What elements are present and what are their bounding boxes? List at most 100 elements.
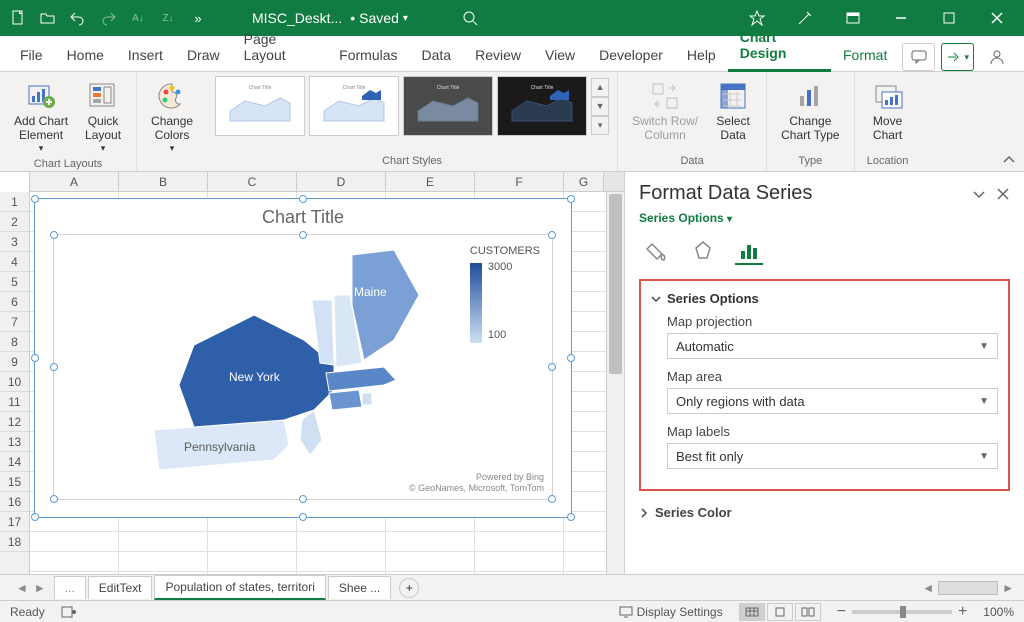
macro-record-icon[interactable] bbox=[61, 605, 77, 619]
tab-help[interactable]: Help bbox=[675, 39, 728, 71]
new-file-icon[interactable] bbox=[4, 4, 32, 32]
col-c[interactable]: C bbox=[208, 172, 297, 191]
zoom-slider[interactable]: − + bbox=[837, 603, 968, 621]
tab-home[interactable]: Home bbox=[55, 39, 116, 71]
chart-plot-area[interactable]: Maine New York Pennsylvania CUSTOMERS 30… bbox=[54, 235, 552, 485]
row-2[interactable]: 2 bbox=[0, 212, 29, 232]
sheet-tab-population[interactable]: Population of states, territori bbox=[154, 575, 325, 600]
sort-asc-icon[interactable]: A↓ bbox=[124, 4, 152, 32]
hscroll-left-button[interactable]: ◄ bbox=[922, 581, 934, 595]
comments-button[interactable] bbox=[902, 43, 935, 71]
row-14[interactable]: 14 bbox=[0, 452, 29, 472]
change-chart-type-button[interactable]: Change Chart Type bbox=[775, 76, 845, 147]
col-f[interactable]: F bbox=[475, 172, 564, 191]
page-break-view-button[interactable] bbox=[795, 603, 821, 621]
pane-effects-icon[interactable] bbox=[689, 237, 717, 265]
sheet-next-button[interactable]: ► bbox=[34, 581, 46, 595]
tab-review[interactable]: Review bbox=[463, 39, 533, 71]
horizontal-scrollbar[interactable] bbox=[938, 581, 998, 595]
chart-object[interactable]: Chart Title bbox=[34, 198, 572, 518]
chart-style-1[interactable]: Chart Title bbox=[215, 76, 305, 136]
row-7[interactable]: 7 bbox=[0, 312, 29, 332]
series-options-header[interactable]: Series Options bbox=[651, 291, 998, 306]
sheet-overflow[interactable]: ... bbox=[54, 576, 86, 599]
chart-style-3[interactable]: Chart Title bbox=[403, 76, 493, 136]
row-17[interactable]: 17 bbox=[0, 512, 29, 532]
pane-close-button[interactable] bbox=[996, 187, 1010, 201]
share-button[interactable]: ▾ bbox=[941, 43, 974, 71]
normal-view-button[interactable] bbox=[739, 603, 765, 621]
row-16[interactable]: 16 bbox=[0, 492, 29, 512]
close-button[interactable] bbox=[974, 0, 1020, 36]
hscroll-right-button[interactable]: ► bbox=[1002, 581, 1014, 595]
tab-formulas[interactable]: Formulas bbox=[327, 39, 409, 71]
row-5[interactable]: 5 bbox=[0, 272, 29, 292]
col-a[interactable]: A bbox=[30, 172, 119, 191]
ribbon-collapse-button[interactable] bbox=[1002, 153, 1016, 167]
map-labels-select[interactable]: Best fit only▼ bbox=[667, 443, 998, 469]
styles-more-button[interactable]: ▾ bbox=[591, 116, 609, 135]
zoom-level[interactable]: 100% bbox=[983, 605, 1014, 619]
tab-insert[interactable]: Insert bbox=[116, 39, 175, 71]
grid-area[interactable]: Chart Title bbox=[30, 192, 606, 574]
tab-developer[interactable]: Developer bbox=[587, 39, 675, 71]
tab-draw[interactable]: Draw bbox=[175, 39, 232, 71]
col-d[interactable]: D bbox=[297, 172, 386, 191]
row-3[interactable]: 3 bbox=[0, 232, 29, 252]
redo-icon[interactable] bbox=[94, 4, 122, 32]
map-projection-select[interactable]: Automatic▼ bbox=[667, 333, 998, 359]
chart-style-4[interactable]: Chart Title bbox=[497, 76, 587, 136]
series-color-header[interactable]: Series Color bbox=[639, 505, 1010, 520]
row-13[interactable]: 13 bbox=[0, 432, 29, 452]
row-9[interactable]: 9 bbox=[0, 352, 29, 372]
row-6[interactable]: 6 bbox=[0, 292, 29, 312]
row-15[interactable]: 15 bbox=[0, 472, 29, 492]
chart-style-2[interactable]: Chart Title bbox=[309, 76, 399, 136]
zoom-in-button[interactable]: + bbox=[958, 603, 967, 621]
sort-desc-icon[interactable]: Z↓ bbox=[154, 4, 182, 32]
select-data-button[interactable]: Select Data bbox=[708, 76, 758, 147]
pane-subtitle[interactable]: Series Options ▾ bbox=[639, 211, 1010, 225]
row-12[interactable]: 12 bbox=[0, 412, 29, 432]
save-state[interactable]: • Saved ▾ bbox=[350, 10, 408, 26]
tab-data[interactable]: Data bbox=[410, 39, 464, 71]
move-chart-button[interactable]: Move Chart bbox=[863, 76, 913, 147]
map-area-select[interactable]: Only regions with data▼ bbox=[667, 388, 998, 414]
row-10[interactable]: 10 bbox=[0, 372, 29, 392]
add-chart-element-button[interactable]: Add Chart Element▾ bbox=[8, 76, 74, 158]
row-4[interactable]: 4 bbox=[0, 252, 29, 272]
display-settings-button[interactable]: Display Settings bbox=[619, 605, 723, 619]
sheet-tab-edittext[interactable]: EditText bbox=[88, 576, 153, 599]
open-file-icon[interactable] bbox=[34, 4, 62, 32]
col-g[interactable]: G bbox=[564, 172, 604, 191]
sheet-prev-button[interactable]: ◄ bbox=[16, 581, 28, 595]
tab-file[interactable]: File bbox=[8, 39, 55, 71]
row-8[interactable]: 8 bbox=[0, 332, 29, 352]
undo-icon[interactable] bbox=[64, 4, 92, 32]
select-all-button[interactable] bbox=[0, 172, 30, 192]
pane-fill-icon[interactable] bbox=[643, 237, 671, 265]
pane-collapse-button[interactable] bbox=[972, 187, 986, 201]
page-layout-view-button[interactable] bbox=[767, 603, 793, 621]
col-e[interactable]: E bbox=[386, 172, 475, 191]
chart-title[interactable]: Chart Title bbox=[35, 199, 571, 232]
tab-view[interactable]: View bbox=[533, 39, 587, 71]
chart-legend[interactable]: CUSTOMERS 3000 100 bbox=[470, 245, 540, 345]
sheet-add-button[interactable]: + bbox=[399, 578, 419, 598]
maximize-button[interactable] bbox=[926, 0, 972, 36]
account-icon[interactable] bbox=[980, 43, 1013, 71]
styles-down-button[interactable]: ▼ bbox=[591, 97, 609, 116]
row-1[interactable]: 1 bbox=[0, 192, 29, 212]
sheet-tab-shee[interactable]: Shee ... bbox=[328, 576, 391, 599]
row-18[interactable]: 18 bbox=[0, 532, 29, 552]
pane-series-icon[interactable] bbox=[735, 237, 763, 265]
vertical-scrollbar[interactable] bbox=[606, 192, 624, 574]
ribbon-display-icon[interactable] bbox=[830, 0, 876, 36]
col-b[interactable]: B bbox=[119, 172, 208, 191]
zoom-out-button[interactable]: − bbox=[837, 603, 846, 621]
change-colors-button[interactable]: Change Colors▾ bbox=[145, 76, 199, 158]
search-icon[interactable] bbox=[456, 4, 484, 32]
row-11[interactable]: 11 bbox=[0, 392, 29, 412]
minimize-button[interactable] bbox=[878, 0, 924, 36]
styles-up-button[interactable]: ▲ bbox=[591, 78, 609, 97]
